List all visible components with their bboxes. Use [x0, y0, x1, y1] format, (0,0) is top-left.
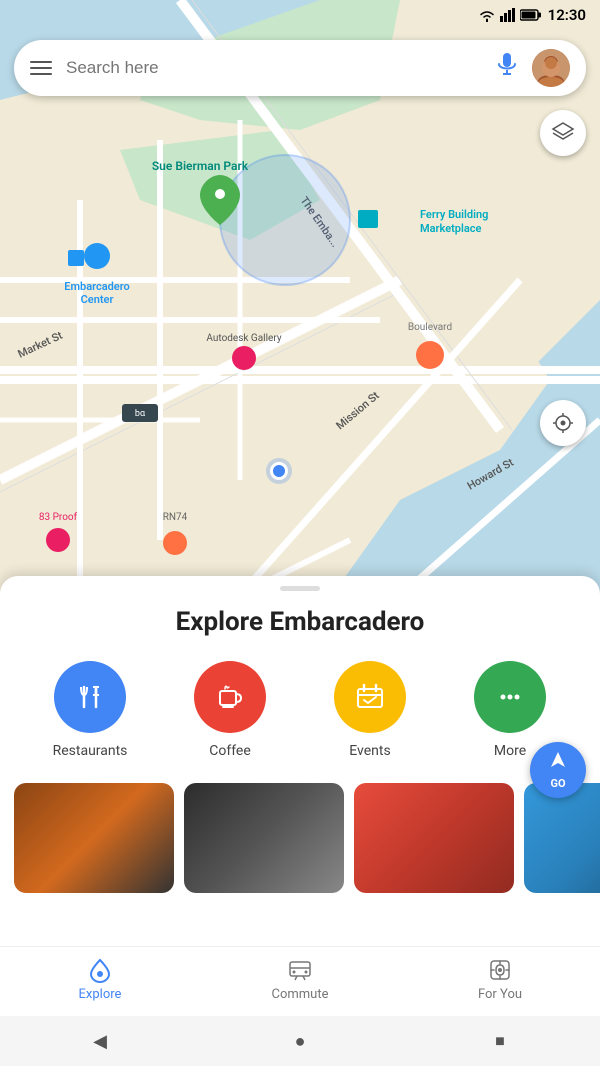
svg-text:Marketplace: Marketplace: [420, 222, 481, 235]
signal-icon: [500, 8, 516, 22]
thumbnail-row: [0, 783, 600, 893]
svg-text:Ferry Building: Ferry Building: [420, 208, 488, 221]
map-layers-button[interactable]: [540, 110, 586, 156]
go-label: GO: [550, 777, 565, 790]
place-card-1[interactable]: [14, 783, 174, 893]
wifi-icon: [478, 8, 496, 22]
user-avatar[interactable]: [532, 49, 570, 87]
go-navigation-button[interactable]: GO: [530, 742, 586, 798]
restaurants-icon: [54, 661, 126, 733]
place-card-4[interactable]: [524, 783, 600, 893]
status-bar: 12:30: [0, 0, 600, 30]
svg-text:Center: Center: [81, 293, 114, 306]
navigation-arrow-icon: [547, 750, 569, 777]
explore-nav-label: Explore: [79, 987, 122, 1002]
menu-button[interactable]: [30, 61, 52, 75]
search-bar[interactable]: [14, 40, 586, 96]
map-container[interactable]: Market St The Emba... Mission St Howard …: [0, 0, 600, 640]
explore-title: Explore Embarcadero: [0, 607, 600, 637]
restaurants-label: Restaurants: [53, 743, 128, 759]
recents-button[interactable]: ■: [484, 1025, 516, 1057]
place-card-3[interactable]: [354, 783, 514, 893]
nav-foryou[interactable]: For You: [401, 957, 599, 1002]
svg-text:Embarcadero: Embarcadero: [64, 280, 130, 293]
my-location-icon: [552, 412, 574, 434]
search-input[interactable]: [66, 58, 482, 78]
bottom-nav: Explore Commute For You: [0, 946, 600, 1016]
events-label: Events: [349, 743, 390, 759]
svg-text:bα: bα: [135, 409, 146, 419]
microphone-button[interactable]: [496, 53, 518, 83]
home-button[interactable]: ●: [284, 1025, 316, 1057]
status-icons: [478, 8, 542, 22]
layers-icon: [551, 121, 575, 145]
svg-text:Boulevard: Boulevard: [408, 322, 452, 333]
commute-nav-label: Commute: [272, 987, 329, 1002]
back-button[interactable]: ◀: [84, 1025, 116, 1057]
coffee-icon: [194, 661, 266, 733]
svg-text:Sue Bierman Park: Sue Bierman Park: [152, 159, 249, 173]
place-card-2[interactable]: [184, 783, 344, 893]
bottom-sheet: Explore Embarcadero Restaurants: [0, 576, 600, 996]
more-label: More: [494, 743, 526, 759]
system-nav-bar: ◀ ● ■: [0, 1016, 600, 1066]
more-icon: [474, 661, 546, 733]
commute-nav-icon: [287, 957, 313, 983]
svg-text:RN74: RN74: [163, 512, 188, 523]
svg-text:83 Proof: 83 Proof: [39, 511, 78, 523]
nav-explore[interactable]: Explore: [1, 957, 199, 1002]
my-location-button[interactable]: [540, 400, 586, 446]
foryou-nav-label: For You: [478, 987, 522, 1002]
search-bar-container: [14, 40, 586, 96]
category-row: Restaurants Coffee: [0, 661, 600, 759]
status-time: 12:30: [548, 6, 586, 24]
nav-commute[interactable]: Commute: [201, 957, 399, 1002]
foryou-nav-icon: [487, 957, 513, 983]
sheet-handle[interactable]: [280, 586, 320, 591]
coffee-label: Coffee: [209, 743, 251, 759]
explore-nav-icon: [87, 957, 113, 983]
battery-icon: [520, 9, 542, 21]
svg-text:Autodesk Gallery: Autodesk Gallery: [206, 333, 281, 344]
events-icon: [334, 661, 406, 733]
current-location-dot: [270, 462, 288, 480]
category-coffee[interactable]: Coffee: [180, 661, 280, 759]
category-restaurants[interactable]: Restaurants: [40, 661, 140, 759]
category-events[interactable]: Events: [320, 661, 420, 759]
